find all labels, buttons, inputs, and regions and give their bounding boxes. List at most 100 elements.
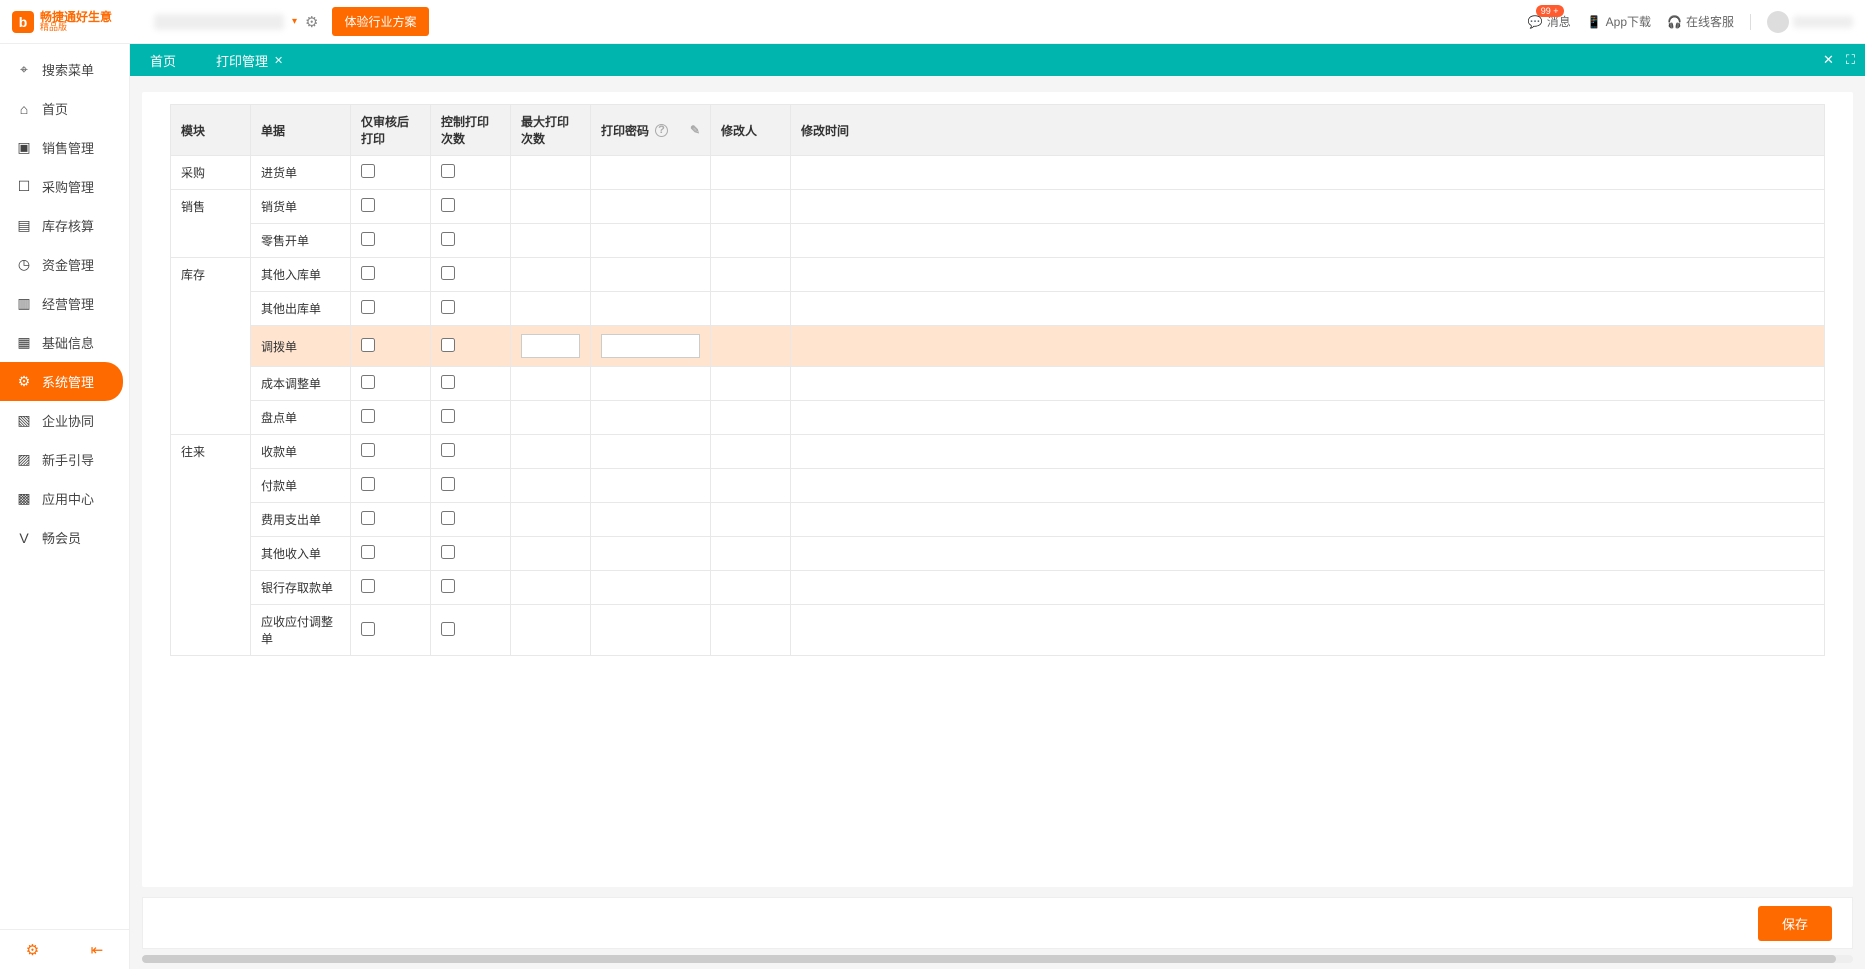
tenant-selector[interactable]: ▾ (154, 14, 297, 30)
control-count-checkbox[interactable] (441, 164, 455, 178)
settings-icon[interactable]: ⚙ (26, 941, 39, 959)
doc-cell: 银行存取款单 (251, 571, 351, 605)
control-count-cell (431, 258, 511, 292)
table-row: 销售销货单 (171, 190, 1825, 224)
modify-time-cell (791, 503, 1825, 537)
sidebar-item-appcenter[interactable]: ▩应用中心 (0, 479, 129, 518)
close-icon[interactable]: ✕ (274, 54, 283, 67)
th-max-count: 最大打印次数 (511, 105, 591, 156)
messages-link[interactable]: 💬 消息 99 + (1528, 13, 1571, 30)
sidebar-item-inventory[interactable]: ▤库存核算 (0, 206, 129, 245)
audit-only-checkbox[interactable] (361, 579, 375, 593)
sidebar-item-operation[interactable]: ▥经营管理 (0, 284, 129, 323)
edit-icon[interactable]: ✎ (690, 123, 700, 137)
print-password-cell (591, 435, 711, 469)
control-count-checkbox[interactable] (441, 477, 455, 491)
control-count-checkbox[interactable] (441, 338, 455, 352)
tab-close-all-icon[interactable]: ✕ (1823, 52, 1834, 68)
print-password-input[interactable] (601, 334, 700, 358)
table-row: 库存其他入库单 (171, 258, 1825, 292)
max-count-cell (511, 224, 591, 258)
control-count-cell (431, 469, 511, 503)
gear-icon[interactable]: ⚙ (305, 13, 318, 31)
help-icon[interactable]: ? (655, 124, 668, 137)
online-service-link[interactable]: 🎧 在线客服 (1667, 13, 1734, 30)
collapse-icon[interactable]: ⇤ (91, 941, 104, 959)
control-count-checkbox[interactable] (441, 622, 455, 636)
control-count-checkbox[interactable] (441, 579, 455, 593)
th-audit-only: 仅审核后打印 (351, 105, 431, 156)
print-password-cell (591, 401, 711, 435)
modify-time-cell (791, 190, 1825, 224)
print-password-cell (591, 367, 711, 401)
print-settings-table: 模块 单据 仅审核后打印 控制打印次数 最大打印次数 打印密码 ? ✎ (170, 104, 1825, 656)
sidebar-item-sales[interactable]: ▣销售管理 (0, 128, 129, 167)
modifier-cell (711, 190, 791, 224)
modifier-cell (711, 537, 791, 571)
control-count-checkbox[interactable] (441, 443, 455, 457)
audit-only-checkbox[interactable] (361, 164, 375, 178)
control-count-checkbox[interactable] (441, 375, 455, 389)
audit-only-cell (351, 401, 431, 435)
sidebar-item-home[interactable]: ⌂首页 (0, 89, 129, 128)
audit-only-checkbox[interactable] (361, 477, 375, 491)
experience-industry-button[interactable]: 体验行业方案 (332, 7, 428, 36)
audit-only-checkbox[interactable] (361, 443, 375, 457)
table-row: 银行存取款单 (171, 571, 1825, 605)
sidebar-item-treasury[interactable]: ◷资金管理 (0, 245, 129, 284)
audit-only-checkbox[interactable] (361, 375, 375, 389)
save-button[interactable]: 保存 (1758, 906, 1832, 941)
sidebar-item-vip[interactable]: V畅会员 (0, 518, 129, 557)
modify-time-cell (791, 224, 1825, 258)
tab-打印管理[interactable]: 打印管理✕ (196, 44, 303, 76)
sidebar-item-purchase[interactable]: ☐采购管理 (0, 167, 129, 206)
audit-only-checkbox[interactable] (361, 511, 375, 525)
control-count-checkbox[interactable] (441, 232, 455, 246)
max-count-cell (511, 537, 591, 571)
modify-time-cell (791, 258, 1825, 292)
doc-cell: 应收应付调整单 (251, 605, 351, 656)
audit-only-cell (351, 292, 431, 326)
fullscreen-icon[interactable]: ⛶ (1846, 52, 1855, 68)
sidebar-item-basic[interactable]: ▦基础信息 (0, 323, 129, 362)
audit-only-cell (351, 605, 431, 656)
th-print-password-label: 打印密码 (601, 122, 649, 139)
audit-only-cell (351, 435, 431, 469)
audit-only-checkbox[interactable] (361, 266, 375, 280)
control-count-cell (431, 605, 511, 656)
doc-cell: 进货单 (251, 156, 351, 190)
sidebar-item-guide[interactable]: ▨新手引导 (0, 440, 129, 479)
control-count-checkbox[interactable] (441, 198, 455, 212)
print-password-cell (591, 224, 711, 258)
audit-only-checkbox[interactable] (361, 338, 375, 352)
module-cell: 库存 (171, 258, 251, 435)
sidebar-item-enterprise[interactable]: ▧企业协同 (0, 401, 129, 440)
control-count-checkbox[interactable] (441, 409, 455, 423)
control-count-checkbox[interactable] (441, 266, 455, 280)
control-count-checkbox[interactable] (441, 545, 455, 559)
audit-only-checkbox[interactable] (361, 232, 375, 246)
control-count-checkbox[interactable] (441, 300, 455, 314)
max-count-input[interactable] (521, 334, 580, 358)
audit-only-checkbox[interactable] (361, 409, 375, 423)
audit-only-checkbox[interactable] (361, 622, 375, 636)
audit-only-checkbox[interactable] (361, 198, 375, 212)
sidebar-item-system[interactable]: ⚙系统管理 (0, 362, 123, 401)
th-modifier: 修改人 (711, 105, 791, 156)
modify-time-cell (791, 326, 1825, 367)
modify-time-cell (791, 156, 1825, 190)
audit-only-checkbox[interactable] (361, 300, 375, 314)
horizontal-scrollbar[interactable] (142, 955, 1853, 965)
modifier-cell (711, 258, 791, 292)
audit-only-checkbox[interactable] (361, 545, 375, 559)
online-service-label: 在线客服 (1686, 13, 1734, 30)
app-download-link[interactable]: 📱 App下载 (1587, 13, 1651, 30)
footer-bar: 保存 (142, 897, 1853, 949)
audit-only-cell (351, 571, 431, 605)
sidebar-item-search-menu[interactable]: ⌖搜索菜单 (0, 50, 129, 89)
tab-首页[interactable]: 首页 (130, 44, 196, 76)
user-menu[interactable] (1767, 11, 1853, 33)
tabs-bar: 首页打印管理✕ ✕ ⛶ (130, 44, 1865, 76)
max-count-cell (511, 605, 591, 656)
control-count-checkbox[interactable] (441, 511, 455, 525)
